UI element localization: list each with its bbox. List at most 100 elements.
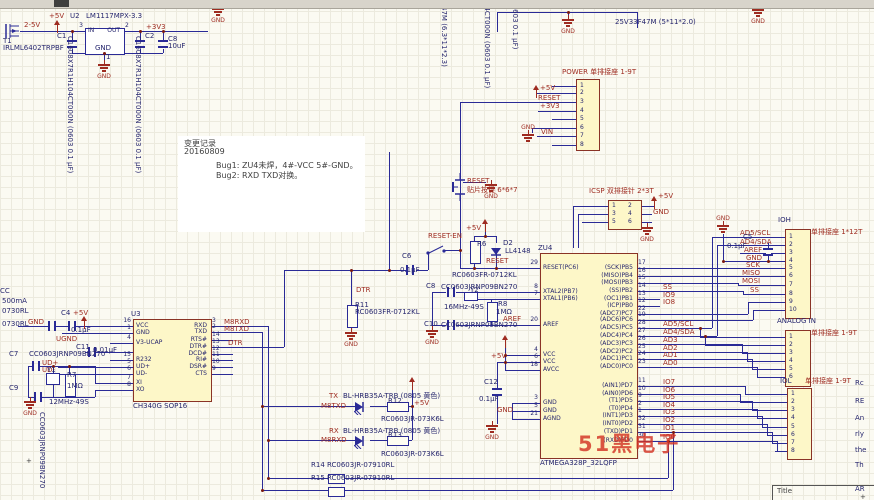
net-label[interactable]: +5V bbox=[73, 310, 88, 317]
designator-label[interactable]: (0603 0.1 μF) bbox=[511, 2, 519, 49]
pin-stub[interactable] bbox=[775, 451, 787, 452]
designator-label[interactable]: C10 bbox=[424, 321, 438, 328]
pin-stub[interactable] bbox=[773, 369, 785, 370]
pin-stub[interactable] bbox=[773, 268, 785, 269]
wire[interactable] bbox=[505, 370, 516, 371]
wire[interactable] bbox=[53, 383, 54, 397]
designator-label[interactable]: U2 bbox=[70, 13, 80, 20]
pin-stub[interactable] bbox=[110, 390, 133, 391]
pin-stub[interactable] bbox=[773, 302, 785, 303]
net-label[interactable]: M8RXD bbox=[321, 437, 347, 444]
net-label[interactable]: 单排接座 1-9T bbox=[811, 330, 857, 337]
designator-label[interactable]: C2 bbox=[145, 33, 154, 40]
pin-stub[interactable] bbox=[636, 367, 660, 368]
designator-label[interactable]: C1 bbox=[57, 33, 66, 40]
designator-label[interactable]: 25V33F47M (5*11*2.0) bbox=[615, 19, 696, 26]
net-label[interactable]: UGND bbox=[56, 336, 77, 343]
pin-stub[interactable] bbox=[773, 245, 785, 246]
designator-label[interactable]: C1608X7R1H104CT000N (0603 0.1 μF) bbox=[134, 36, 142, 173]
pin-stub[interactable] bbox=[596, 206, 608, 207]
net-label[interactable]: RESET bbox=[538, 95, 560, 102]
net-label[interactable]: DTR bbox=[228, 340, 243, 347]
designator-label[interactable]: IOH bbox=[778, 217, 791, 224]
designator-label[interactable]: LM1117MPX-3.3 bbox=[86, 13, 142, 20]
designator-label[interactable]: C6 bbox=[402, 253, 411, 260]
pin-stub[interactable] bbox=[773, 345, 785, 346]
net-label[interactable]: +5V bbox=[414, 400, 429, 407]
pin-stub[interactable] bbox=[775, 410, 787, 411]
pin-stub[interactable] bbox=[775, 418, 787, 419]
designator-label[interactable]: 10uF bbox=[168, 43, 185, 50]
push-button-icon[interactable] bbox=[451, 173, 467, 201]
designator-label[interactable]: rly bbox=[855, 431, 864, 438]
pin-stub[interactable] bbox=[773, 276, 785, 277]
net-label[interactable]: MISO bbox=[742, 270, 760, 277]
net-label[interactable]: +5V bbox=[466, 225, 481, 232]
diode-icon[interactable] bbox=[490, 242, 503, 256]
pin-stub[interactable] bbox=[596, 214, 608, 215]
wire[interactable] bbox=[723, 234, 724, 261]
designator-label[interactable]: R14 RC0603JR-07910RL bbox=[311, 462, 394, 469]
designator-label[interactable]: BL-HRB35A-TRB (0805 黄色) bbox=[343, 393, 440, 400]
designator-label[interactable]: CC0603JRNP09BN270 bbox=[441, 284, 517, 291]
net-label[interactable]: M8TXD bbox=[224, 326, 249, 333]
net-label[interactable]: +3V3 bbox=[146, 24, 166, 31]
pin-stub[interactable] bbox=[773, 337, 785, 338]
wire[interactable] bbox=[753, 310, 754, 320]
pin-stub[interactable] bbox=[516, 419, 540, 420]
designator-label[interactable]: CC0603JRNP09BN270 bbox=[29, 351, 105, 358]
net-label[interactable]: AD4/SDA bbox=[663, 329, 695, 336]
pin-stub[interactable] bbox=[773, 261, 785, 262]
gnd-icon[interactable] bbox=[562, 19, 574, 21]
pin-stub[interactable] bbox=[773, 294, 785, 295]
designator-label[interactable]: 0730RL bbox=[2, 308, 29, 315]
pin-stub[interactable] bbox=[775, 402, 787, 403]
net-label[interactable]: +5V bbox=[658, 193, 673, 200]
gnd-icon[interactable] bbox=[641, 227, 653, 229]
designator-label[interactable]: the bbox=[855, 447, 867, 454]
net-label[interactable]: 单排接座 1*12T bbox=[811, 229, 862, 236]
wire[interactable] bbox=[537, 136, 552, 137]
wire[interactable] bbox=[262, 490, 328, 491]
wire[interactable] bbox=[745, 386, 746, 394]
designator-label[interactable]: RC0603FR-0712KL bbox=[452, 272, 517, 279]
wire[interactable] bbox=[95, 390, 96, 397]
led-icon[interactable] bbox=[353, 434, 370, 450]
net-label[interactable]: M8TXD bbox=[321, 403, 346, 410]
wire[interactable] bbox=[538, 111, 552, 112]
designator-label[interactable]: R6 bbox=[477, 241, 486, 248]
net-label[interactable]: VIN bbox=[541, 129, 553, 136]
net-label[interactable]: IO5 bbox=[663, 394, 675, 401]
switch-icon[interactable] bbox=[424, 242, 448, 256]
wire[interactable] bbox=[370, 406, 387, 407]
designator-label[interactable]: AR bbox=[855, 486, 865, 493]
capacitor[interactable] bbox=[38, 361, 40, 371]
designator-label[interactable]: 0730RL bbox=[2, 321, 29, 328]
net-label[interactable]: AD5/SCL bbox=[663, 321, 693, 328]
designator-label[interactable]: 1MΩ bbox=[67, 383, 83, 390]
net-label[interactable]: GND bbox=[497, 407, 513, 414]
net-label[interactable]: RESET bbox=[467, 178, 489, 185]
gnd-icon[interactable] bbox=[345, 332, 357, 334]
pin-stub[interactable] bbox=[775, 427, 787, 428]
pin-stub[interactable] bbox=[110, 343, 133, 344]
net-label[interactable]: IO3 bbox=[663, 409, 675, 416]
wire[interactable] bbox=[284, 270, 285, 347]
net-label[interactable]: +5V bbox=[540, 85, 555, 92]
designator-label[interactable]: + bbox=[860, 494, 866, 500]
net-label[interactable]: GND bbox=[653, 209, 669, 216]
designator-label[interactable]: D2 bbox=[503, 240, 513, 247]
capacitor[interactable] bbox=[40, 392, 42, 402]
designator-label[interactable]: 1MΩ bbox=[496, 309, 512, 316]
pin-stub[interactable] bbox=[773, 310, 785, 311]
designator-label[interactable]: 1 bbox=[106, 54, 110, 61]
capacitor[interactable] bbox=[32, 361, 34, 371]
designator-label[interactable]: C9 bbox=[9, 385, 18, 392]
net-label[interactable]: +5V bbox=[491, 353, 506, 360]
designator-label[interactable]: + bbox=[26, 458, 32, 465]
designator-label[interactable]: 16MHz-49S bbox=[444, 304, 484, 311]
capacitor[interactable] bbox=[492, 388, 502, 390]
capacitor[interactable] bbox=[763, 248, 773, 250]
gnd-icon[interactable] bbox=[426, 330, 438, 332]
wire[interactable] bbox=[262, 332, 263, 490]
